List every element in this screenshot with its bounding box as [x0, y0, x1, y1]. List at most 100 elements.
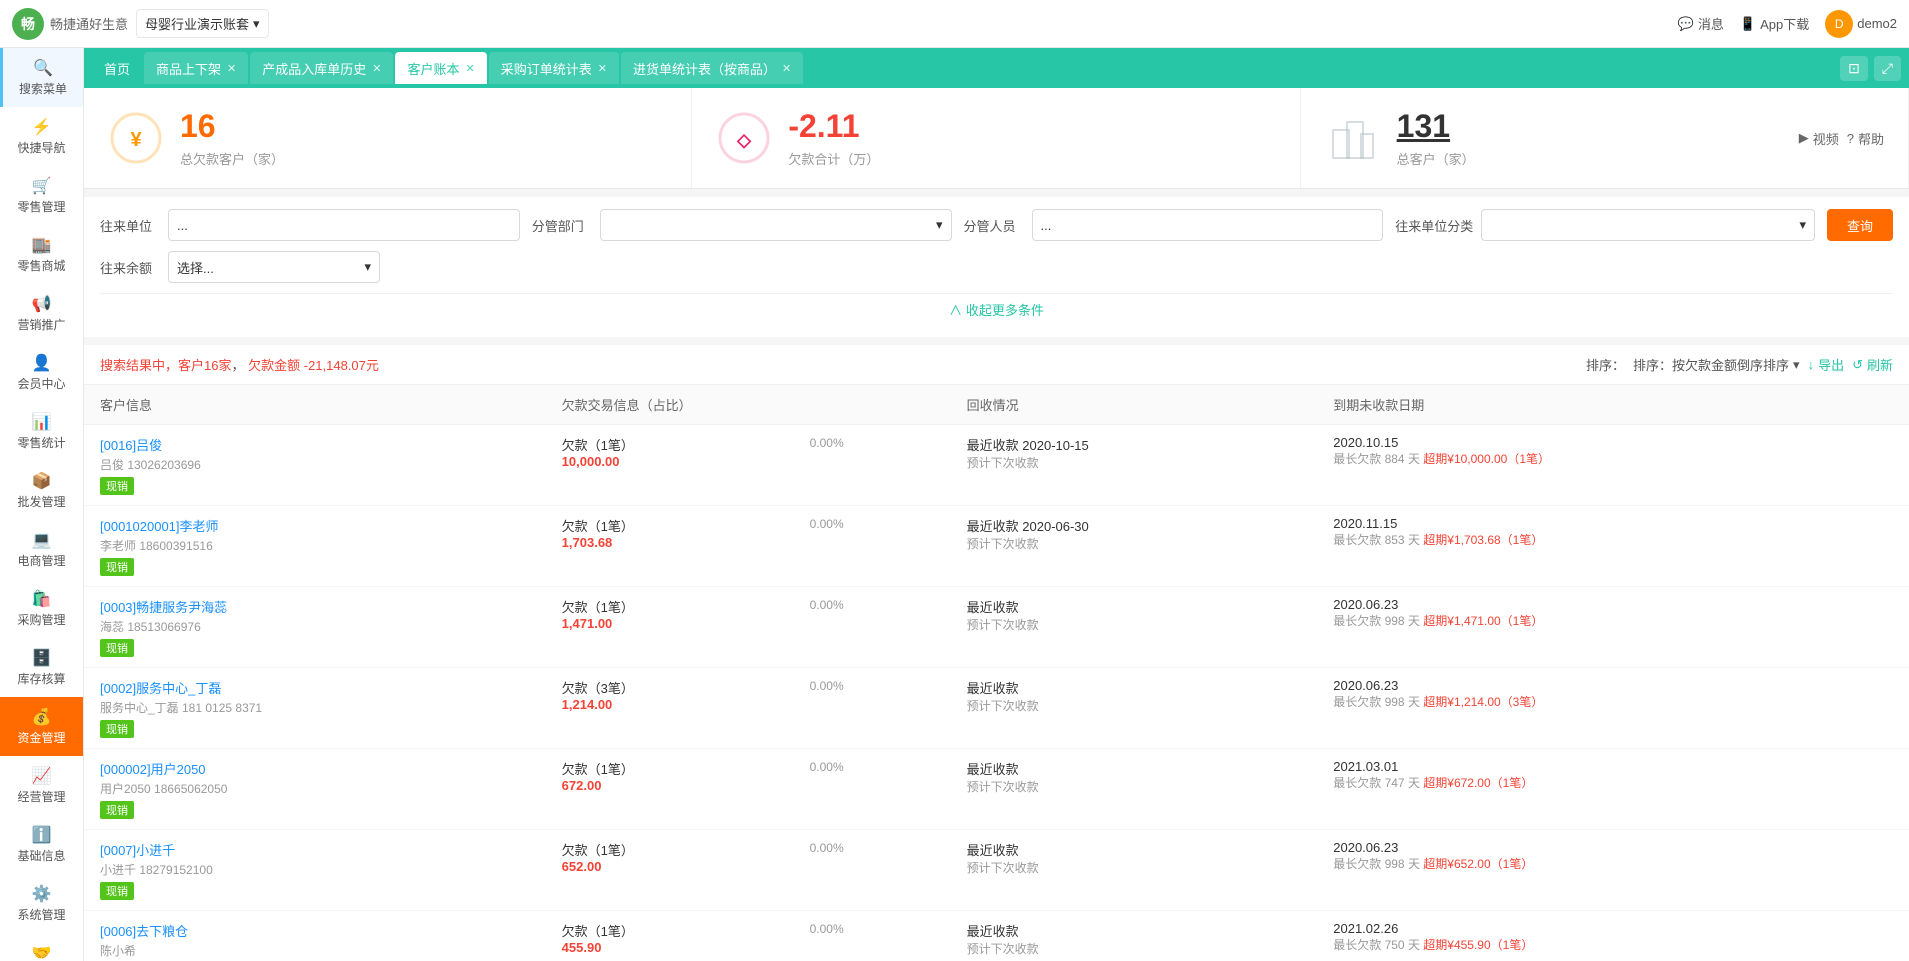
cell-recovery: 最近收款 2020-06-30 预计下次收款: [951, 506, 1318, 587]
sidebar-item-retail-mgmt[interactable]: 🛒 零售管理: [0, 166, 83, 225]
overdue-link[interactable]: 超期¥672.00（1笔）: [1423, 776, 1533, 790]
sidebar-item-label: 零售商城: [4, 257, 79, 274]
sidebar-item-purchase-mgmt[interactable]: 🛍️ 采购管理: [0, 579, 83, 638]
source-unit-label: 往来单位: [100, 216, 160, 235]
tab-purchase-stats[interactable]: 采购订单统计表 ✕: [489, 52, 619, 84]
customer-name-link[interactable]: [0002]服务中心_丁磊: [100, 678, 530, 697]
stat-info-total: -2.11 欠款合计（万）: [788, 108, 879, 168]
sort-label: 排序：: [1586, 355, 1625, 374]
tab-restore-btn[interactable]: ⊡: [1840, 56, 1868, 81]
tab-close-icon[interactable]: ✕: [782, 62, 791, 75]
overdue-link[interactable]: 超期¥1,471.00（1笔）: [1423, 614, 1543, 628]
logo-icon: 畅: [12, 8, 44, 40]
message-btn[interactable]: 💬 消息: [1678, 14, 1724, 33]
store-selector[interactable]: 母婴行业演示账套 ▾: [136, 9, 269, 38]
table-row: [0016]吕俊 吕俊 13026203696 现销 欠款（1笔） 10,000…: [84, 425, 1909, 506]
sidebar-item-retail-mall[interactable]: 🏬 零售商城: [0, 225, 83, 284]
help-label: 帮助: [1858, 129, 1884, 148]
tab-bar: 首页 商品上下架 ✕ 产成品入库单历史 ✕ 客户账本 ✕ 采购订单统计表 ✕ 进…: [84, 48, 1909, 88]
balance-dropdown-icon: ▾: [364, 259, 371, 275]
tab-home[interactable]: 首页: [92, 52, 142, 84]
last-payment: 最近收款: [967, 759, 1302, 778]
export-btn[interactable]: ↓ 导出: [1808, 355, 1845, 374]
video-btn[interactable]: ▶ 视频: [1799, 129, 1839, 148]
customer-name-link[interactable]: [0003]畅捷服务尹海蕊: [100, 597, 530, 616]
overdue-link[interactable]: 超期¥1,214.00（3笔）: [1423, 695, 1543, 709]
sidebar-item-quick-nav[interactable]: ⚡ 快捷导航: [0, 107, 83, 166]
customer-tag: 现销: [100, 558, 134, 576]
overdue-link[interactable]: 超期¥455.90（1笔）: [1423, 938, 1533, 952]
sidebar-item-ecom-mgmt[interactable]: 💻 电商管理: [0, 520, 83, 579]
sidebar-item-sys-mgmt[interactable]: ⚙️ 系统管理: [0, 874, 83, 933]
sidebar-search[interactable]: 🔍 搜索菜单: [0, 48, 83, 107]
sidebar-item-label: 零售统计: [4, 434, 79, 451]
table-row: [0002]服务中心_丁磊 服务中心_丁磊 181 0125 8371 现销 欠…: [84, 668, 1909, 749]
overdue-link[interactable]: 超期¥652.00（1笔）: [1423, 857, 1533, 871]
sidebar-item-batch-mgmt[interactable]: 📦 批发管理: [0, 461, 83, 520]
tab-customer-account[interactable]: 客户账本 ✕: [395, 52, 486, 84]
last-payment: 最近收款 2020-06-30: [967, 516, 1302, 535]
collapse-filters-btn[interactable]: ∧ 收起更多条件: [100, 293, 1893, 325]
cell-debt-info: 欠款（3笔） 1,214.00: [546, 668, 794, 749]
customer-name-link[interactable]: [000002]用户2050: [100, 759, 530, 778]
sidebar-item-member-center[interactable]: 👤 会员中心: [0, 343, 83, 402]
user-profile[interactable]: D demo2: [1825, 10, 1897, 38]
debt-amount: 672.00: [562, 778, 778, 793]
debt-count: 欠款（1笔）: [562, 516, 778, 535]
sidebar-item-label: 基础信息: [4, 847, 79, 864]
sidebar-item-marketing[interactable]: 📢 营销推广: [0, 284, 83, 343]
tab-close-icon[interactable]: ✕: [466, 62, 475, 75]
cell-debt-info: 欠款（1笔） 652.00: [546, 830, 794, 911]
tab-product-history[interactable]: 产成品入库单历史 ✕: [250, 52, 393, 84]
content-area: ¥ 16 总欠款客户（家） ◇: [84, 88, 1909, 961]
customer-name-link[interactable]: [0001020001]李老师: [100, 516, 530, 535]
source-unit-input[interactable]: ...: [168, 209, 520, 241]
tab-close-icon[interactable]: ✕: [372, 62, 381, 75]
app-download-btn[interactable]: 📱 App下载: [1740, 14, 1809, 33]
person-input[interactable]: ...: [1032, 209, 1384, 241]
sidebar-item-finance[interactable]: 💰 资金管理: [0, 697, 83, 756]
sidebar-item-retail-stats[interactable]: 📊 零售统计: [0, 402, 83, 461]
sidebar-item-label: 经营管理: [4, 788, 79, 805]
help-icon: ?: [1847, 131, 1854, 146]
refresh-btn[interactable]: ↺ 刷新: [1852, 355, 1893, 374]
retail-mall-icon: 🏬: [4, 235, 79, 255]
stat-customers-label: 总客户（家）: [1397, 149, 1475, 168]
last-payment: 最近收款: [967, 597, 1302, 616]
tab-product-shelf[interactable]: 商品上下架 ✕: [144, 52, 248, 84]
balance-label: 往来余额: [100, 258, 160, 277]
sidebar-item-ops-mgmt[interactable]: 📈 经营管理: [0, 756, 83, 815]
dept-select[interactable]: ▾: [600, 209, 952, 241]
next-payment: 预计下次收款: [967, 940, 1302, 957]
next-payment: 预计下次收款: [967, 859, 1302, 876]
quick-nav-icon: ⚡: [4, 117, 79, 137]
export-label: 导出: [1818, 355, 1844, 374]
debt-percent: 0.00%: [810, 598, 844, 612]
stat-card-total-customers: 131 总客户（家） ▶ 视频 ? 帮助: [1301, 88, 1909, 188]
customer-name-link[interactable]: [0007]小进千: [100, 840, 530, 859]
sort-button[interactable]: 排序：按欠款金额倒序排序 ▾: [1633, 355, 1800, 374]
tab-close-icon[interactable]: ✕: [227, 62, 236, 75]
store-name: 母婴行业演示账套: [145, 14, 249, 33]
customer-sub: 吕俊 13026203696: [100, 456, 530, 473]
tab-inventory-stats[interactable]: 进货单统计表（按商品） ✕: [621, 52, 803, 84]
svg-text:◇: ◇: [736, 130, 752, 150]
balance-select[interactable]: 选择... ▾: [168, 251, 380, 283]
search-button[interactable]: 查询: [1827, 209, 1893, 241]
tab-close-icon[interactable]: ✕: [598, 62, 607, 75]
debt-percent: 0.00%: [810, 517, 844, 531]
base-info-icon: ℹ️: [4, 825, 79, 845]
sidebar-item-inventory[interactable]: 🗄️ 库存核算: [0, 638, 83, 697]
sidebar-item-enterprise[interactable]: 🤝 企业协同: [0, 933, 83, 961]
customer-sub: 海蕊 18513066976: [100, 618, 530, 635]
stat-card-debt-total: ◇ -2.11 欠款合计（万）: [692, 88, 1300, 188]
unit-category-select[interactable]: ▾: [1481, 209, 1815, 241]
source-unit-value: ...: [177, 218, 188, 233]
help-btn[interactable]: ? 帮助: [1847, 129, 1884, 148]
customer-name-link[interactable]: [0006]去下粮仓: [100, 921, 530, 940]
customer-name-link[interactable]: [0016]吕俊: [100, 435, 530, 454]
sidebar-item-base-info[interactable]: ℹ️ 基础信息: [0, 815, 83, 874]
overdue-link[interactable]: 超期¥10,000.00（1笔）: [1423, 452, 1550, 466]
tab-expand-btn[interactable]: ⤢: [1874, 56, 1901, 81]
overdue-link[interactable]: 超期¥1,703.68（1笔）: [1423, 533, 1543, 547]
